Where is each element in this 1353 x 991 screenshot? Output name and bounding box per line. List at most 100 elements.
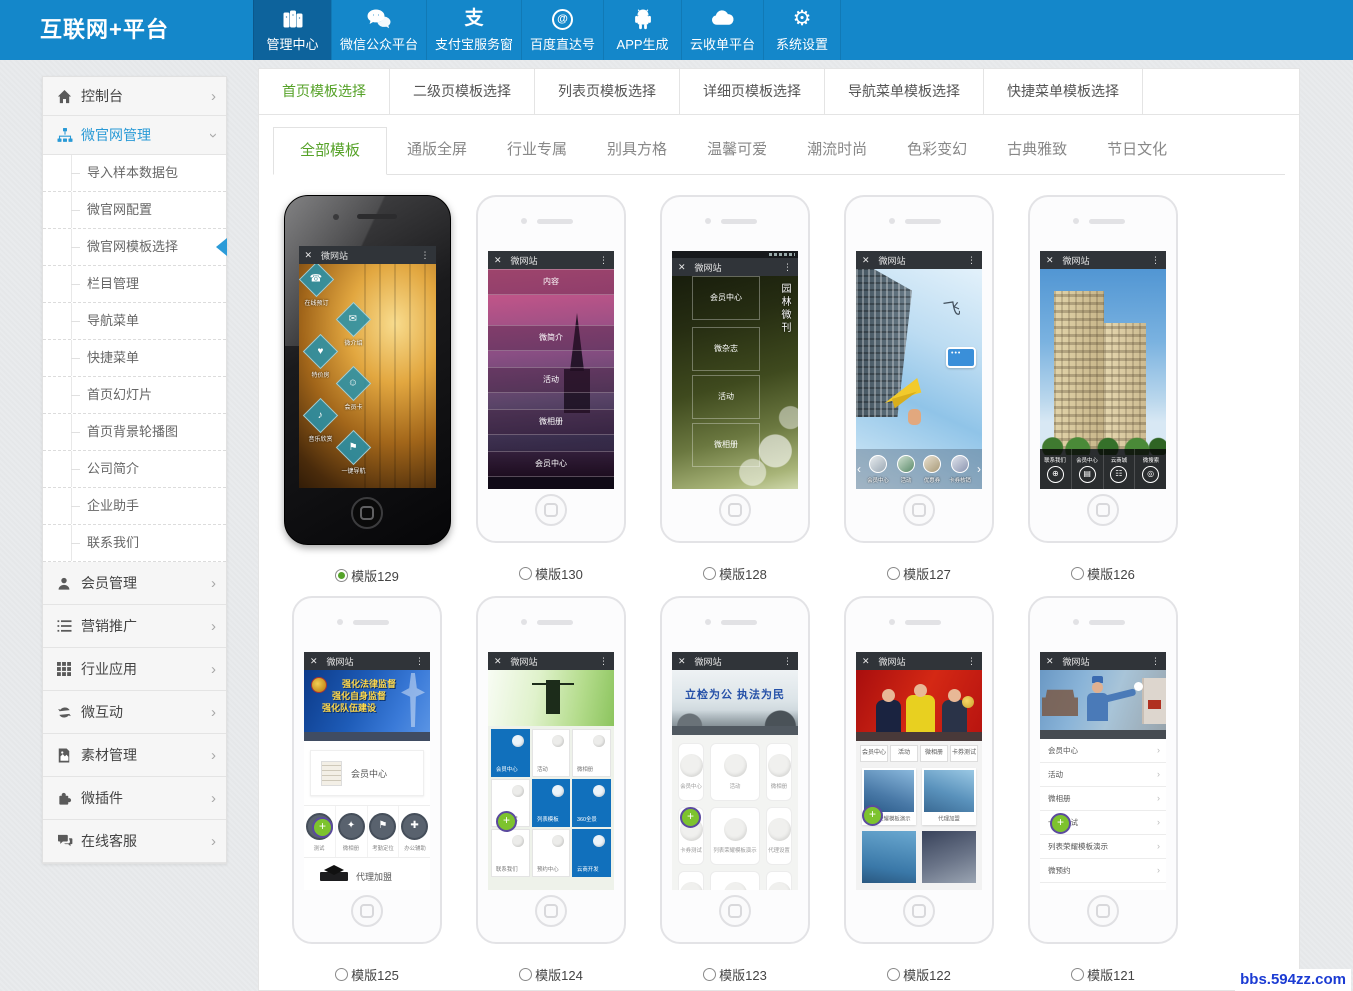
screen-128: ✕微网站⋮ 园林微刊 微杂志 活动 微相册 会员中心 [672, 251, 798, 489]
phone-preview-130[interactable]: ✕微网站⋮ 微简介 活动 微相册 会员中心 内容 [476, 195, 626, 543]
template-radio-130[interactable]: 模版130 [519, 565, 583, 581]
sidebar-item-micro-interaction[interactable]: 微互动 › [43, 691, 226, 734]
home-button [719, 895, 751, 927]
tab-list-page-template[interactable]: 列表页模板选择 [535, 69, 680, 114]
template-radio-124[interactable]: 模版124 [519, 966, 583, 982]
tab-home-template[interactable]: 首页模板选择 [259, 69, 390, 114]
topnav-cloud-orders[interactable]: 云收单平台 [681, 0, 763, 60]
radio-checked-icon[interactable] [335, 569, 348, 582]
template-radio-127[interactable]: 模版127 [887, 565, 951, 581]
tab-second-level-template[interactable]: 二级页模板选择 [390, 69, 535, 114]
template-radio-121[interactable]: 模版121 [1071, 966, 1135, 982]
submenu-website-config[interactable]: 微官网配置 [43, 192, 226, 229]
template-card-121: ✕微网站⋮ 会员中心› 活动› 微相册› 卡券测试› 列表荣耀模板演示› [1011, 596, 1195, 982]
phone-preview-122[interactable]: ✕微网站⋮ 会员中心 活动 微相册 卡券测试 [844, 596, 994, 944]
sidebar-item-industry-apps[interactable]: 行业应用 › [43, 648, 226, 691]
topnav-management-center[interactable]: 管理中心 [253, 0, 331, 60]
filter-classic[interactable]: 古典雅致 [987, 127, 1087, 174]
template-radio-123[interactable]: 模版123 [703, 966, 767, 982]
radio-icon[interactable] [703, 567, 716, 580]
template-card-130: ✕微网站⋮ 微简介 活动 微相册 会员中心 内容 模版130 [459, 195, 643, 583]
phone-preview-126[interactable]: ✕微网站⋮ 联系我们⊕ 会员中心▤ 云商城☷ 微搜索◎ [1028, 195, 1178, 543]
topnav-wechat-platform[interactable]: 微信公众平台 [331, 0, 426, 60]
topnav-label: 支付宝服务窗 [435, 34, 513, 53]
tab-quick-menu-template[interactable]: 快捷菜单模板选择 [984, 69, 1143, 114]
radio-icon[interactable] [887, 567, 900, 580]
submenu-quick-menu[interactable]: 快捷菜单 [43, 340, 226, 377]
filter-all-templates[interactable]: 全部模板 [273, 127, 387, 175]
list-icon [57, 619, 81, 633]
filter-warm-cute[interactable]: 温馨可爱 [687, 127, 787, 174]
topnav-baidu-zhida[interactable]: @ 百度直达号 [521, 0, 603, 60]
submenu-column-management[interactable]: 栏目管理 [43, 266, 226, 303]
radio-icon[interactable] [1071, 968, 1084, 981]
radio-icon[interactable] [703, 968, 716, 981]
topnav-app-generate[interactable]: APP生成 [603, 0, 681, 60]
radio-icon[interactable] [335, 968, 348, 981]
sidebar-item-marketing[interactable]: 营销推广 › [43, 605, 226, 648]
tab-detail-page-template[interactable]: 详细页模板选择 [680, 69, 825, 114]
phone-preview-121[interactable]: ✕微网站⋮ 会员中心› 活动› 微相册› 卡券测试› 列表荣耀模板演示› [1028, 596, 1178, 944]
main-panel: 首页模板选择 二级页模板选择 列表页模板选择 详细页模板选择 导航菜单模板选择 … [258, 68, 1300, 991]
speaker-slot [1089, 219, 1125, 224]
template-row: ✕微网站⋮ 强化法律监督 强化自身监督 强化队伍建设 会员中心 ♥测试 [275, 596, 1299, 982]
template-card-122: ✕微网站⋮ 会员中心 活动 微相册 卡券测试 [827, 596, 1011, 982]
phone-preview-123[interactable]: ✕微网站⋮ 立检为公 执法为民 会员中心 活动 微相册 卡券测试 列表荣耀模板演… [660, 596, 810, 944]
phone-preview-127[interactable]: ✕微网站⋮ 飞 ‹ 会员中心 活动 优惠券 卡券核销 › [844, 195, 994, 543]
phone-preview-128[interactable]: ✕微网站⋮ 园林微刊 微杂志 活动 微相册 会员中心 [660, 195, 810, 543]
radio-icon[interactable] [519, 968, 532, 981]
home-icon [57, 89, 81, 104]
refresh-icon [57, 705, 81, 720]
template-radio-129[interactable]: 模版129 [335, 567, 399, 583]
submenu-contact-us[interactable]: 联系我们 [43, 525, 226, 562]
screen-125: ✕微网站⋮ 强化法律监督 强化自身监督 强化队伍建设 会员中心 ♥测试 [304, 652, 430, 890]
submenu-company-profile[interactable]: 公司简介 [43, 451, 226, 488]
submenu-enterprise-assistant[interactable]: 企业助手 [43, 488, 226, 525]
submenu-home-bg-carousel[interactable]: 首页背景轮播图 [43, 414, 226, 451]
filter-industry[interactable]: 行业专属 [487, 127, 587, 174]
home-button [903, 895, 935, 927]
topnav-system-settings[interactable]: ⚙ 系统设置 [763, 0, 841, 60]
filter-grid-style[interactable]: 别具方格 [587, 127, 687, 174]
home-button [903, 494, 935, 526]
submenu-template-select[interactable]: 微官网模板选择 [43, 229, 226, 266]
filter-festival[interactable]: 节日文化 [1087, 127, 1187, 174]
sidebar-item-micro-website[interactable]: 微官网管理 › [43, 116, 226, 155]
submenu-home-slides[interactable]: 首页幻灯片 [43, 377, 226, 414]
filter-colorful[interactable]: 色彩变幻 [887, 127, 987, 174]
topnav-alipay-window[interactable]: 支 支付宝服务窗 [426, 0, 521, 60]
sidebar-item-label: 行业应用 [81, 659, 137, 679]
submenu-nav-menu[interactable]: 导航菜单 [43, 303, 226, 340]
submenu-import-sample-data[interactable]: 导入样本数据包 [43, 155, 226, 192]
template-card-129: ✕微网站⋮ ✉微介绍 ♥特价房 ☺会员卡 ♪音乐欣赏 ⚑一键导航 ☎在线预订 模… [275, 195, 459, 583]
radio-icon[interactable] [1071, 567, 1084, 580]
radio-icon[interactable] [887, 968, 900, 981]
add-fab-icon: + [312, 817, 333, 838]
radio-icon[interactable] [519, 567, 532, 580]
sidebar-item-material-management[interactable]: 素材管理 › [43, 734, 226, 777]
screen-123: ✕微网站⋮ 立检为公 执法为民 会员中心 活动 微相册 卡券测试 列表荣耀模板演… [672, 652, 798, 890]
filter-fullscreen[interactable]: 通版全屏 [387, 127, 487, 174]
phone-preview-124[interactable]: ✕微网站⋮ 会员中心 活动 微相册 卡券测试 列表模板 360全景 联系我们 预… [476, 596, 626, 944]
speaker-slot [1089, 620, 1125, 625]
sidebar-item-micro-plugins[interactable]: 微插件 › [43, 777, 226, 820]
screen-130: ✕微网站⋮ 微简介 活动 微相册 会员中心 内容 [488, 251, 614, 489]
filter-trendy[interactable]: 潮流时尚 [787, 127, 887, 174]
sidebar-item-console[interactable]: 控制台 › [43, 77, 226, 116]
sidebar-item-members[interactable]: 会员管理 › [43, 562, 226, 605]
template-radio-126[interactable]: 模版126 [1071, 565, 1135, 581]
template-radio-125[interactable]: 模版125 [335, 966, 399, 982]
sidebar-item-label: 营销推广 [81, 616, 137, 636]
phone-preview-125[interactable]: ✕微网站⋮ 强化法律监督 强化自身监督 强化队伍建设 会员中心 ♥测试 [292, 596, 442, 944]
chevron-right-icon: › [211, 747, 216, 764]
phone-preview-129[interactable]: ✕微网站⋮ ✉微介绍 ♥特价房 ☺会员卡 ♪音乐欣赏 ⚑一键导航 ☎在线预订 [284, 195, 451, 545]
template-radio-122[interactable]: 模版122 [887, 966, 951, 982]
sidebar-item-online-service[interactable]: 在线客服 › [43, 820, 226, 863]
user-icon [57, 576, 81, 591]
template-radio-128[interactable]: 模版128 [703, 565, 767, 581]
tab-nav-menu-template[interactable]: 导航菜单模板选择 [825, 69, 984, 114]
topnav-label: 系统设置 [776, 34, 828, 53]
graduation-cap-icon [320, 872, 348, 881]
screen-126: ✕微网站⋮ 联系我们⊕ 会员中心▤ 云商城☷ 微搜索◎ [1040, 251, 1166, 489]
topnav-label: 百度直达号 [530, 34, 595, 53]
